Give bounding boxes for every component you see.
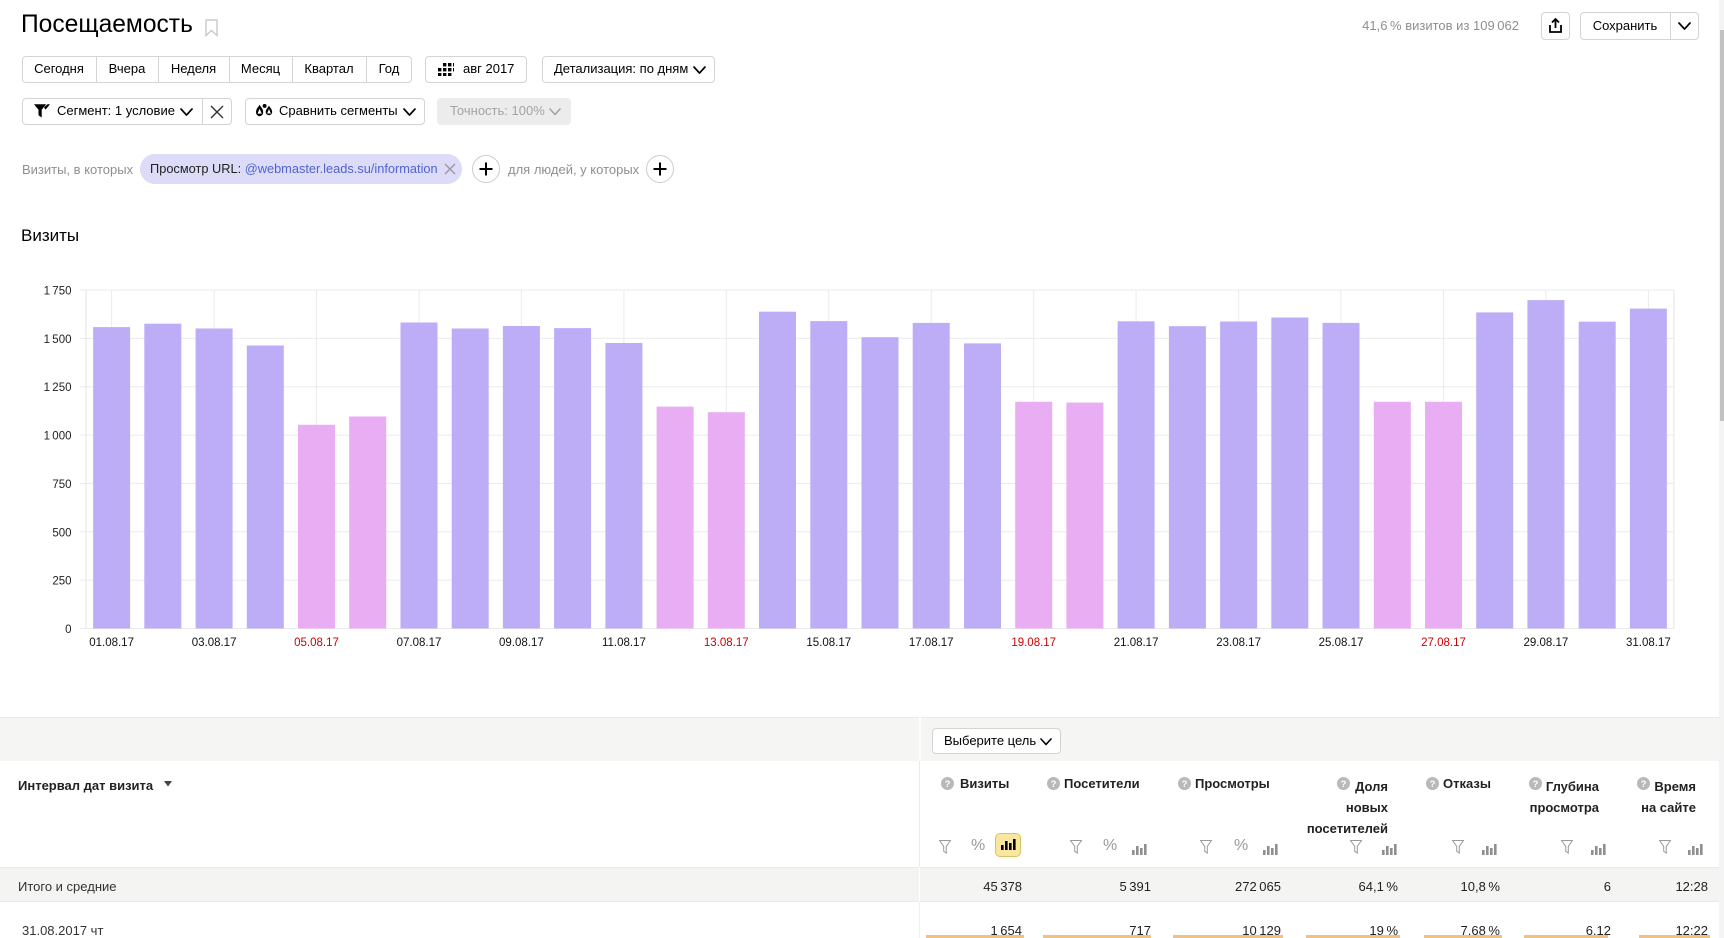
svg-text:1 750: 1 750: [44, 286, 72, 298]
svg-text:31.08.17: 31.08.17: [1626, 637, 1671, 649]
svg-text:1 250: 1 250: [44, 382, 72, 394]
svg-text:11.08.17: 11.08.17: [602, 637, 646, 649]
svg-text:25.08.17: 25.08.17: [1319, 637, 1364, 649]
svg-text:09.08.17: 09.08.17: [499, 637, 544, 649]
svg-text:750: 750: [52, 479, 71, 491]
svg-text:500: 500: [52, 527, 71, 539]
svg-text:15.08.17: 15.08.17: [806, 637, 851, 649]
svg-text:13.08.17: 13.08.17: [704, 637, 749, 649]
svg-text:250: 250: [52, 576, 71, 588]
svg-text:05.08.17: 05.08.17: [294, 637, 339, 649]
svg-text:17.08.17: 17.08.17: [909, 637, 954, 649]
svg-text:?: ?: [945, 779, 951, 790]
svg-text:01.08.17: 01.08.17: [89, 637, 134, 649]
svg-text:1 000: 1 000: [44, 431, 72, 443]
svg-text:23.08.17: 23.08.17: [1216, 637, 1261, 649]
svg-text:1 500: 1 500: [44, 334, 72, 346]
svg-text:21.08.17: 21.08.17: [1114, 637, 1159, 649]
svg-text:03.08.17: 03.08.17: [192, 637, 237, 649]
svg-text:?: ?: [1051, 779, 1057, 790]
svg-text:27.08.17: 27.08.17: [1421, 637, 1466, 649]
svg-text:07.08.17: 07.08.17: [397, 637, 442, 649]
svg-text:19.08.17: 19.08.17: [1011, 637, 1056, 649]
svg-text:0: 0: [65, 624, 71, 636]
svg-text:29.08.17: 29.08.17: [1524, 637, 1569, 649]
